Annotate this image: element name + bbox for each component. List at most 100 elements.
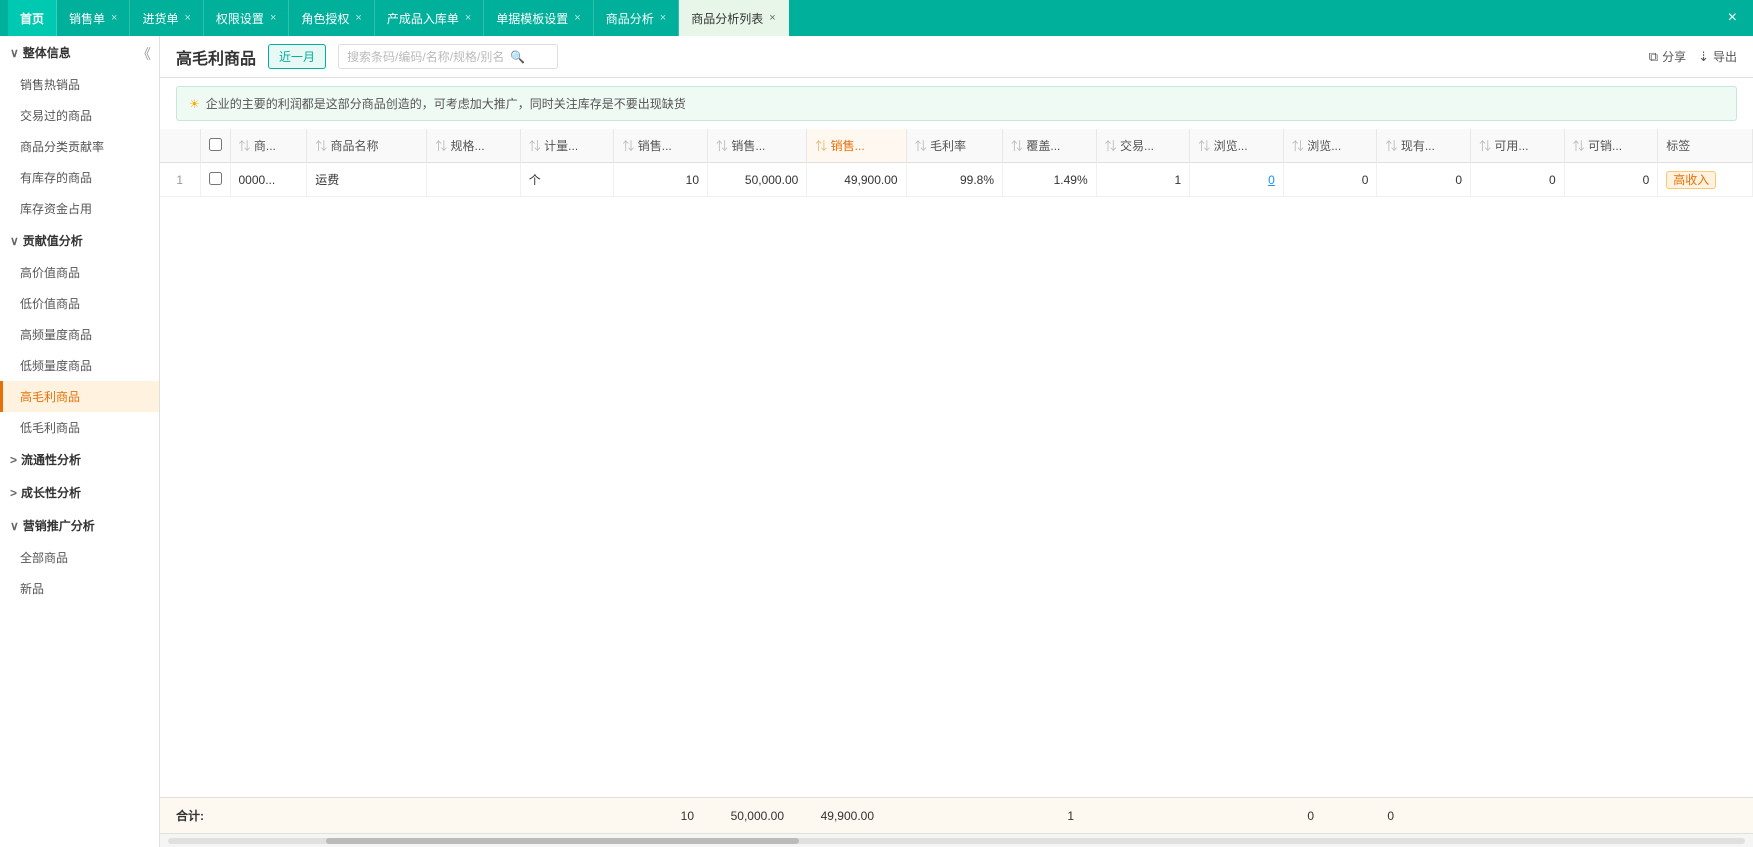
nav-tab-role[interactable]: 角色授权 ×	[289, 0, 374, 36]
col-sort-icon[interactable]: ⇅	[1385, 139, 1397, 153]
col-sort-icon[interactable]: ⇅	[1479, 139, 1491, 153]
col-sort-icon[interactable]: ⇅	[239, 139, 251, 153]
row-checkbox[interactable]	[209, 172, 222, 185]
sidebar-collapse-button[interactable]: 《	[137, 44, 151, 64]
search-box[interactable]: 搜索条码/编码/名称/规格/别名 🔍	[338, 44, 558, 69]
select-all-checkbox[interactable]	[209, 138, 222, 151]
chevron-down-icon: ∨	[10, 234, 19, 248]
search-icon[interactable]: 🔍	[510, 50, 525, 64]
col-sort-icon[interactable]: ⇅	[1573, 139, 1585, 153]
footer-sales-qty: 10	[614, 809, 694, 823]
cell-spec	[427, 163, 521, 197]
window-close-button[interactable]: ×	[1720, 9, 1745, 27]
sidebar-item-new-goods[interactable]: 新品	[0, 573, 159, 604]
sidebar-item-traded[interactable]: 交易过的商品	[0, 100, 159, 131]
col-sort-icon[interactable]: ⇅	[315, 139, 327, 153]
sidebar-item-high-freq[interactable]: 高频量度商品	[0, 319, 159, 350]
page-title: 高毛利商品	[176, 45, 256, 69]
cell-sales-profit: 49,900.00	[807, 163, 906, 197]
search-placeholder-text: 搜索条码/编码/名称/规格/别名	[347, 48, 504, 65]
col-sort-icon[interactable]: ⇅	[1292, 139, 1304, 153]
col-sort-icon[interactable]: ⇅	[435, 139, 447, 153]
sidebar-group-whole-info[interactable]: ∨ 整体信息	[0, 36, 159, 69]
close-icon[interactable]: ×	[270, 12, 276, 24]
horizontal-scrollbar[interactable]	[160, 833, 1753, 847]
col-sort-icon[interactable]: ⇅	[915, 139, 927, 153]
period-button[interactable]: 近一月	[268, 44, 326, 69]
sidebar-group-financial[interactable]: ∨ 贡献值分析	[0, 224, 159, 257]
close-icon[interactable]: ×	[184, 12, 190, 24]
sidebar-item-high-margin[interactable]: 高毛利商品	[0, 381, 159, 412]
cell-browse1[interactable]: 0	[1190, 163, 1284, 197]
scroll-thumb[interactable]	[326, 838, 799, 844]
close-icon[interactable]: ×	[111, 12, 117, 24]
export-button[interactable]: ⇣ 导出	[1698, 48, 1737, 65]
cell-name: 运费	[307, 163, 427, 197]
col-margin-rate: ⇅ 毛利率	[906, 129, 1002, 163]
sidebar-group-label: 贡献值分析	[23, 232, 83, 249]
export-icon: ⇣	[1698, 49, 1709, 65]
footer-current-stock: 0	[1234, 809, 1314, 823]
col-check[interactable]	[200, 129, 230, 163]
sidebar-item-low-freq[interactable]: 低频量度商品	[0, 350, 159, 381]
close-icon[interactable]: ×	[574, 12, 580, 24]
content-header: 高毛利商品 近一月 搜索条码/编码/名称/规格/别名 🔍 ⧉ 分享 ⇣ 导出	[160, 36, 1753, 78]
nav-tab-purchase[interactable]: 进货单 ×	[130, 0, 203, 36]
close-icon[interactable]: ×	[465, 12, 471, 24]
col-sort-icon[interactable]: ⇅	[1105, 139, 1117, 153]
nav-tab-home[interactable]: 首页	[8, 0, 57, 36]
col-saleable: ⇅ 可销...	[1564, 129, 1658, 163]
sidebar-item-low-margin[interactable]: 低毛利商品	[0, 412, 159, 443]
sidebar-item-in-stock[interactable]: 有库存的商品	[0, 162, 159, 193]
sidebar-item-contrib-rate[interactable]: 商品分类贡献率	[0, 131, 159, 162]
footer-sales-profit: 49,900.00	[784, 809, 874, 823]
tag-badge: 高收入	[1666, 171, 1716, 189]
footer-available: 0	[1314, 809, 1394, 823]
cell-available: 0	[1471, 163, 1565, 197]
sidebar-group-trend[interactable]: > 流通性分析	[0, 443, 159, 476]
col-browse1: ⇅ 浏览...	[1190, 129, 1284, 163]
col-sort-icon[interactable]: ⇅	[1198, 139, 1210, 153]
sidebar-group-marketing[interactable]: ∨ 营销推广分析	[0, 509, 159, 542]
col-sales-amt: ⇅ 销售...	[708, 129, 807, 163]
chevron-down-icon: ∨	[10, 519, 19, 533]
col-sort-icon[interactable]: ⇅	[716, 139, 728, 153]
col-seq	[160, 129, 200, 163]
sidebar: 《 ∨ 整体信息 销售热销品 交易过的商品 商品分类贡献率 有库存的商品 库存资…	[0, 36, 160, 847]
nav-tab-template[interactable]: 单据模板设置 ×	[484, 0, 593, 36]
nav-tab-label: 商品分析列表	[691, 10, 763, 27]
sidebar-item-stock-occupy[interactable]: 库存资金占用	[0, 193, 159, 224]
chevron-right-icon: >	[10, 453, 17, 467]
sidebar-item-hot-sales[interactable]: 销售热销品	[0, 69, 159, 100]
sidebar-item-all-goods[interactable]: 全部商品	[0, 542, 159, 573]
scroll-track[interactable]	[168, 838, 1745, 844]
sidebar-item-low-value[interactable]: 低价值商品	[0, 288, 159, 319]
cell-sales-qty: 10	[614, 163, 708, 197]
nav-tab-perm[interactable]: 权限设置 ×	[204, 0, 289, 36]
cell-tag: 高收入	[1658, 163, 1753, 197]
chevron-down-icon: ∨	[10, 46, 19, 60]
sidebar-group-growth[interactable]: > 成长性分析	[0, 476, 159, 509]
sidebar-item-high-value[interactable]: 高价值商品	[0, 257, 159, 288]
cell-sales-amt: 50,000.00	[708, 163, 807, 197]
close-icon[interactable]: ×	[660, 12, 666, 24]
cell-check[interactable]	[200, 163, 230, 197]
content-area: 高毛利商品 近一月 搜索条码/编码/名称/规格/别名 🔍 ⧉ 分享 ⇣ 导出	[160, 36, 1753, 847]
col-sort-icon[interactable]: ⇅	[622, 139, 634, 153]
nav-tab-inbound[interactable]: 产成品入库单 ×	[375, 0, 484, 36]
nav-tab-analysis-list[interactable]: 商品分析列表 ×	[679, 0, 788, 36]
col-sort-icon[interactable]: ⇅	[529, 139, 541, 153]
nav-tab-label: 权限设置	[216, 10, 264, 27]
close-icon[interactable]: ×	[769, 12, 775, 24]
col-sort-icon[interactable]: ⇅	[1011, 139, 1023, 153]
nav-tab-label: 角色授权	[301, 10, 349, 27]
col-cover: ⇅ 覆盖...	[1003, 129, 1097, 163]
close-icon[interactable]: ×	[355, 12, 361, 24]
col-sort-icon[interactable]: ⇅	[815, 139, 827, 153]
nav-tab-sales[interactable]: 销售单 ×	[57, 0, 130, 36]
cell-code: 0000...	[230, 163, 307, 197]
col-browse2: ⇅ 浏览...	[1283, 129, 1377, 163]
footer-trade: 1	[994, 809, 1074, 823]
nav-tab-analysis[interactable]: 商品分析 ×	[594, 0, 679, 36]
share-button[interactable]: ⧉ 分享	[1649, 48, 1686, 65]
